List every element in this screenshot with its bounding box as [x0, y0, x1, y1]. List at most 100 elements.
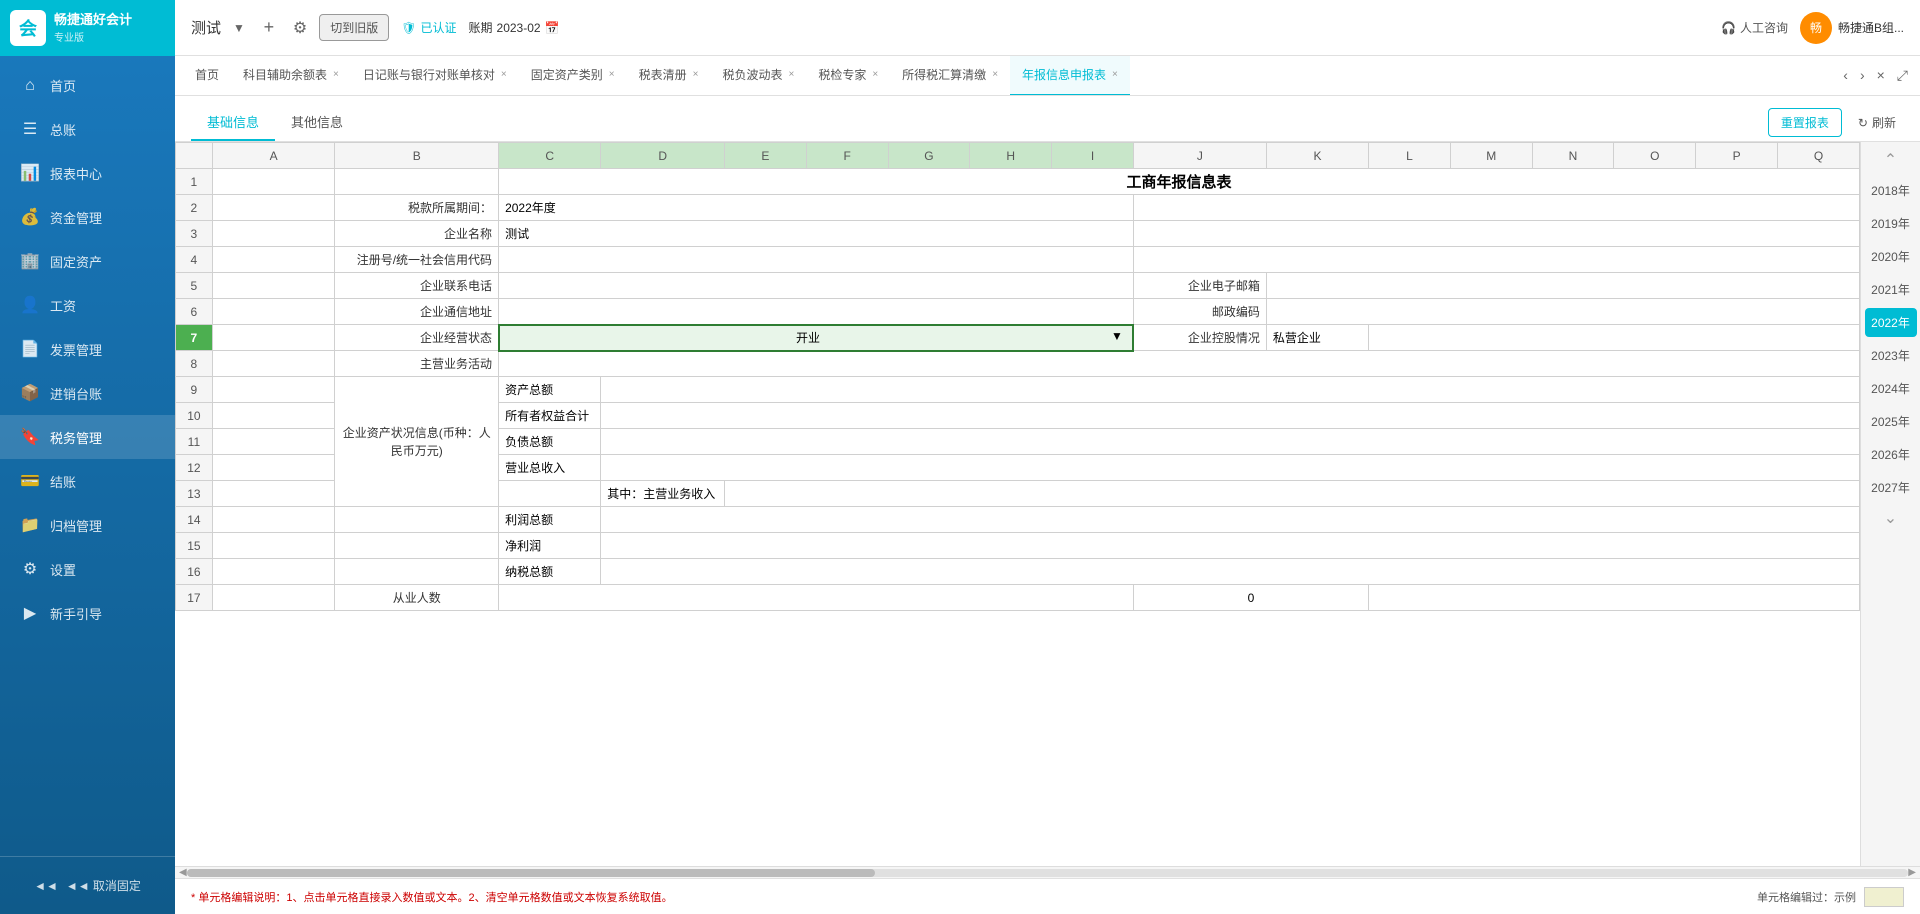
sidebar-pin-button[interactable]: ◄◄ ◄◄ 取消固定 — [0, 867, 175, 904]
col-M[interactable]: M — [1450, 143, 1532, 169]
tab-taxcheck[interactable]: 税检专家 × — [806, 56, 890, 96]
col-I[interactable]: I — [1052, 143, 1134, 169]
sidebar-item-salary[interactable]: 👤 工资 — [0, 283, 175, 327]
cell-9-A[interactable] — [212, 377, 335, 403]
cell-7-C[interactable]: 开业 ▼ — [499, 325, 1134, 351]
tab-close-icon[interactable]: × — [693, 69, 699, 80]
tab-close-icon[interactable]: × — [872, 69, 878, 80]
tab-expand-button[interactable]: ⤢ — [1893, 63, 1912, 88]
cell-13-D[interactable]: 其中：主营业务收入 — [601, 481, 725, 507]
add-tab-button[interactable]: + — [257, 16, 281, 40]
tab-prev-button[interactable]: ‹ — [1839, 63, 1852, 88]
switch-old-version-button[interactable]: 切到旧版 — [319, 14, 389, 41]
cell-10-D[interactable] — [601, 403, 1860, 429]
cell-4-C[interactable] — [499, 247, 1134, 273]
sidebar-item-settle[interactable]: 💳 结账 — [0, 459, 175, 503]
sidebar-item-report[interactable]: 📊 报表中心 — [0, 151, 175, 195]
col-D[interactable]: D — [601, 143, 725, 169]
cell-2-B[interactable]: 税款所属期间： — [335, 195, 499, 221]
col-O[interactable]: O — [1614, 143, 1696, 169]
sidebar-item-archive[interactable]: 📁 归档管理 — [0, 503, 175, 547]
tab-home[interactable]: 首页 — [183, 56, 231, 96]
cell-14-D[interactable] — [601, 507, 1860, 533]
cell-6-A[interactable] — [212, 299, 335, 325]
tab-taxsheet[interactable]: 税表清册 × — [627, 56, 711, 96]
sidebar-item-asset[interactable]: 🏢 固定资产 — [0, 239, 175, 283]
cell-12-C[interactable]: 营业总收入 — [499, 455, 601, 481]
cell-10-C[interactable]: 所有者权益合计 — [499, 403, 601, 429]
cell-5-B[interactable]: 企业联系电话 — [335, 273, 499, 299]
user-menu[interactable]: 畅 畅捷通B组... — [1800, 12, 1904, 44]
cell-4-B[interactable]: 注册号/统一社会信用代码 — [335, 247, 499, 273]
cell-12-D[interactable] — [601, 455, 1860, 481]
sidebar-item-purchase[interactable]: 📦 进销台账 — [0, 371, 175, 415]
scroll-thumb[interactable] — [187, 869, 876, 877]
tab-next-button[interactable]: › — [1856, 63, 1869, 88]
cell-17-C[interactable] — [499, 585, 1134, 611]
cell-9-C[interactable]: 资产总额 — [499, 377, 601, 403]
year-2021[interactable]: 2021年 — [1865, 275, 1917, 304]
col-K[interactable]: K — [1266, 143, 1368, 169]
cell-6-J[interactable]: 邮政编码 — [1133, 299, 1266, 325]
cell-10-A[interactable] — [212, 403, 335, 429]
cell-7-J[interactable]: 企业控股情况 — [1133, 325, 1266, 351]
cell-3-J[interactable] — [1133, 221, 1859, 247]
cell-2-J[interactable] — [1133, 195, 1859, 221]
col-Q[interactable]: Q — [1777, 143, 1859, 169]
sidebar-item-fund[interactable]: 💰 资金管理 — [0, 195, 175, 239]
customer-service-button[interactable]: 🎧 人工咨询 — [1721, 19, 1788, 36]
cell-12-A[interactable] — [212, 455, 335, 481]
cell-2-C[interactable]: 2022年度 — [499, 195, 1134, 221]
year-2023[interactable]: 2023年 — [1865, 341, 1917, 370]
tab-close-icon[interactable]: × — [333, 69, 339, 80]
cell-17-B[interactable]: 从业人数 — [335, 585, 499, 611]
cell-6-B[interactable]: 企业通信地址 — [335, 299, 499, 325]
cell-7-L[interactable] — [1369, 325, 1860, 351]
cell-16-B[interactable] — [335, 559, 499, 585]
tab-asset[interactable]: 固定资产类别 × — [519, 56, 627, 96]
tab-close-icon[interactable]: × — [501, 69, 507, 80]
col-P[interactable]: P — [1696, 143, 1778, 169]
refresh-button[interactable]: ↻ 刷新 — [1850, 109, 1904, 136]
cell-16-A[interactable] — [212, 559, 335, 585]
cell-14-A[interactable] — [212, 507, 335, 533]
cell-6-C[interactable] — [499, 299, 1134, 325]
cell-17-L[interactable] — [1369, 585, 1860, 611]
sidebar-item-guide[interactable]: ▶ 新手引导 — [0, 591, 175, 635]
year-2024[interactable]: 2024年 — [1865, 374, 1917, 403]
cell-5-A[interactable] — [212, 273, 335, 299]
cell-17-A[interactable] — [212, 585, 335, 611]
cell-8-B[interactable]: 主营业务活动 — [335, 351, 499, 377]
cell-16-D[interactable] — [601, 559, 1860, 585]
tab-close-icon[interactable]: × — [1112, 69, 1118, 80]
scroll-right-arrow[interactable]: ▶ — [1908, 867, 1916, 878]
year-2027[interactable]: 2027年 — [1865, 473, 1917, 502]
year-scroll-up-button[interactable]: ⌃ — [1880, 146, 1901, 174]
cell-4-J[interactable] — [1133, 247, 1859, 273]
cell-17-J[interactable]: 0 — [1133, 585, 1368, 611]
cell-3-B[interactable]: 企业名称 — [335, 221, 499, 247]
col-E[interactable]: E — [725, 143, 807, 169]
settings-gear-icon[interactable]: ⚙ — [293, 18, 307, 38]
cell-3-A[interactable] — [212, 221, 335, 247]
cell-8-C[interactable] — [499, 351, 1860, 377]
col-A[interactable]: A — [212, 143, 335, 169]
cell-11-A[interactable] — [212, 429, 335, 455]
cell-14-C[interactable]: 利润总额 — [499, 507, 601, 533]
sidebar-item-invoice[interactable]: 📄 发票管理 — [0, 327, 175, 371]
year-2026[interactable]: 2026年 — [1865, 440, 1917, 469]
subtab-other[interactable]: 其他信息 — [275, 104, 359, 141]
cell-2-A[interactable] — [212, 195, 335, 221]
cell-16-C[interactable]: 纳税总额 — [499, 559, 601, 585]
tab-close-icon[interactable]: × — [992, 69, 998, 80]
tab-journal[interactable]: 日记账与银行对账单核对 × — [351, 56, 519, 96]
cell-11-D[interactable] — [601, 429, 1860, 455]
cell-9-D[interactable] — [601, 377, 1860, 403]
horizontal-scrollbar[interactable]: ◀ ▶ — [175, 866, 1920, 878]
cell-5-J[interactable]: 企业电子邮箱 — [1133, 273, 1266, 299]
cell-1-title[interactable]: 工商年报信息表 — [499, 169, 1860, 195]
topbar-dropdown[interactable]: ▼ — [233, 21, 245, 35]
cell-15-D[interactable] — [601, 533, 1860, 559]
year-2022[interactable]: 2022年 — [1865, 308, 1917, 337]
col-G[interactable]: G — [888, 143, 970, 169]
